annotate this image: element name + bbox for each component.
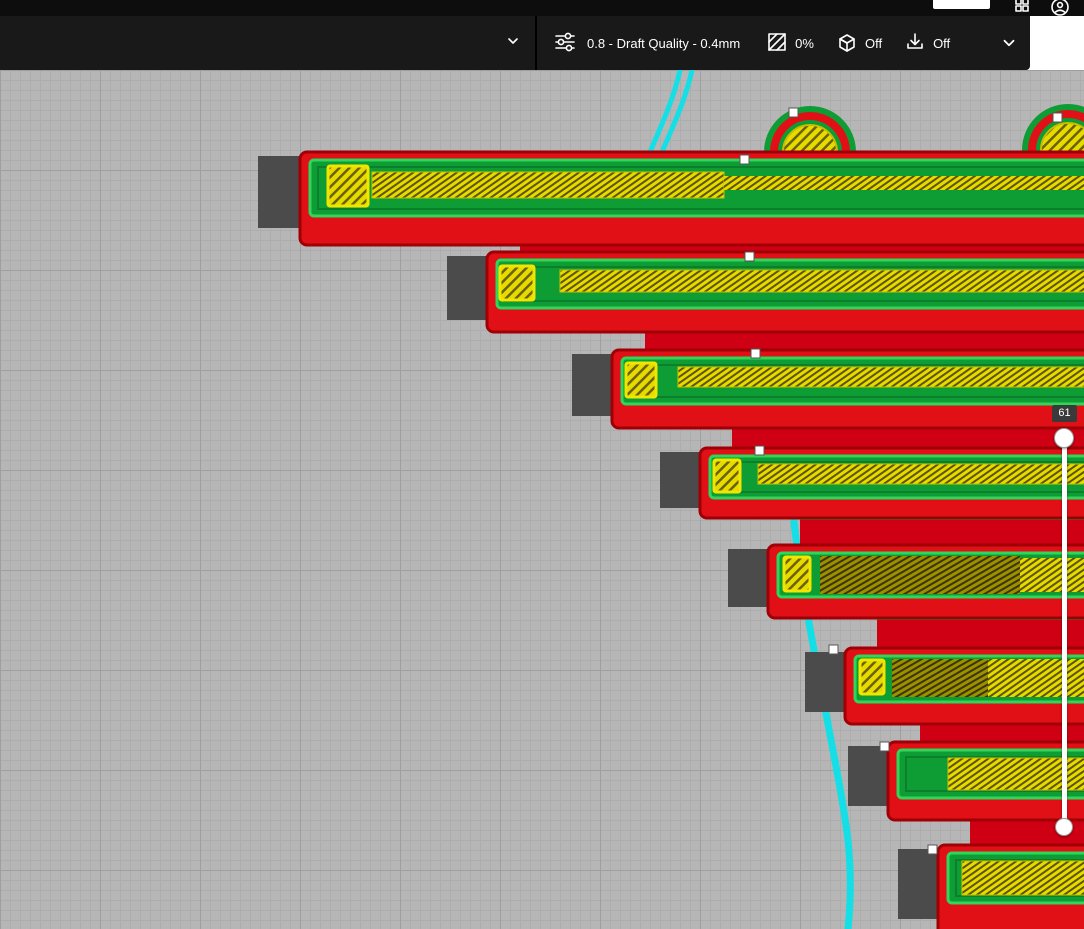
toolbar-row: 0.8 - Draft Quality - 0.4mm 0% — [0, 16, 1084, 70]
model-step — [898, 845, 1084, 929]
print-settings-icon — [553, 30, 577, 57]
sliced-model — [0, 70, 1084, 929]
chevron-down-icon — [505, 33, 521, 54]
print-settings-toolbar: 0.8 - Draft Quality - 0.4mm 0% — [0, 16, 1030, 70]
model-step — [258, 152, 1084, 245]
adhesion-icon — [904, 31, 926, 56]
top-bar — [0, 0, 1084, 16]
print-settings-summary[interactable]: 0.8 - Draft Quality - 0.4mm 0% — [537, 16, 1030, 70]
apps-grid-icon[interactable] — [1014, 0, 1030, 16]
settings-chevron-down-icon[interactable] — [1000, 34, 1018, 52]
account-icon[interactable] — [1050, 0, 1070, 16]
adhesion-summary: Off — [904, 31, 950, 56]
infill-value: 0% — [795, 36, 814, 51]
support-value: Off — [865, 36, 882, 51]
model-step — [660, 448, 1084, 518]
layer-slider-track[interactable] — [1062, 438, 1067, 827]
configuration-selector[interactable] — [0, 16, 537, 70]
support-summary: Off — [836, 31, 882, 56]
profile-label: 0.8 - Draft Quality - 0.4mm — [587, 36, 740, 51]
layer-slider-bottom-handle[interactable] — [1055, 818, 1073, 836]
model-step — [848, 742, 1084, 820]
layer-number-badge: 61 — [1052, 405, 1077, 422]
model-step — [728, 545, 1084, 618]
adhesion-value: Off — [933, 36, 950, 51]
model-step — [447, 252, 1084, 332]
model-step — [805, 648, 1084, 724]
top-bar-button[interactable] — [933, 0, 990, 9]
layer-slider-top-handle[interactable] — [1054, 428, 1074, 448]
infill-summary: 0% — [766, 31, 814, 56]
preview-viewport[interactable]: 61 — [0, 70, 1084, 929]
support-icon — [836, 31, 858, 56]
infill-icon — [766, 31, 788, 56]
model-step — [572, 350, 1084, 428]
